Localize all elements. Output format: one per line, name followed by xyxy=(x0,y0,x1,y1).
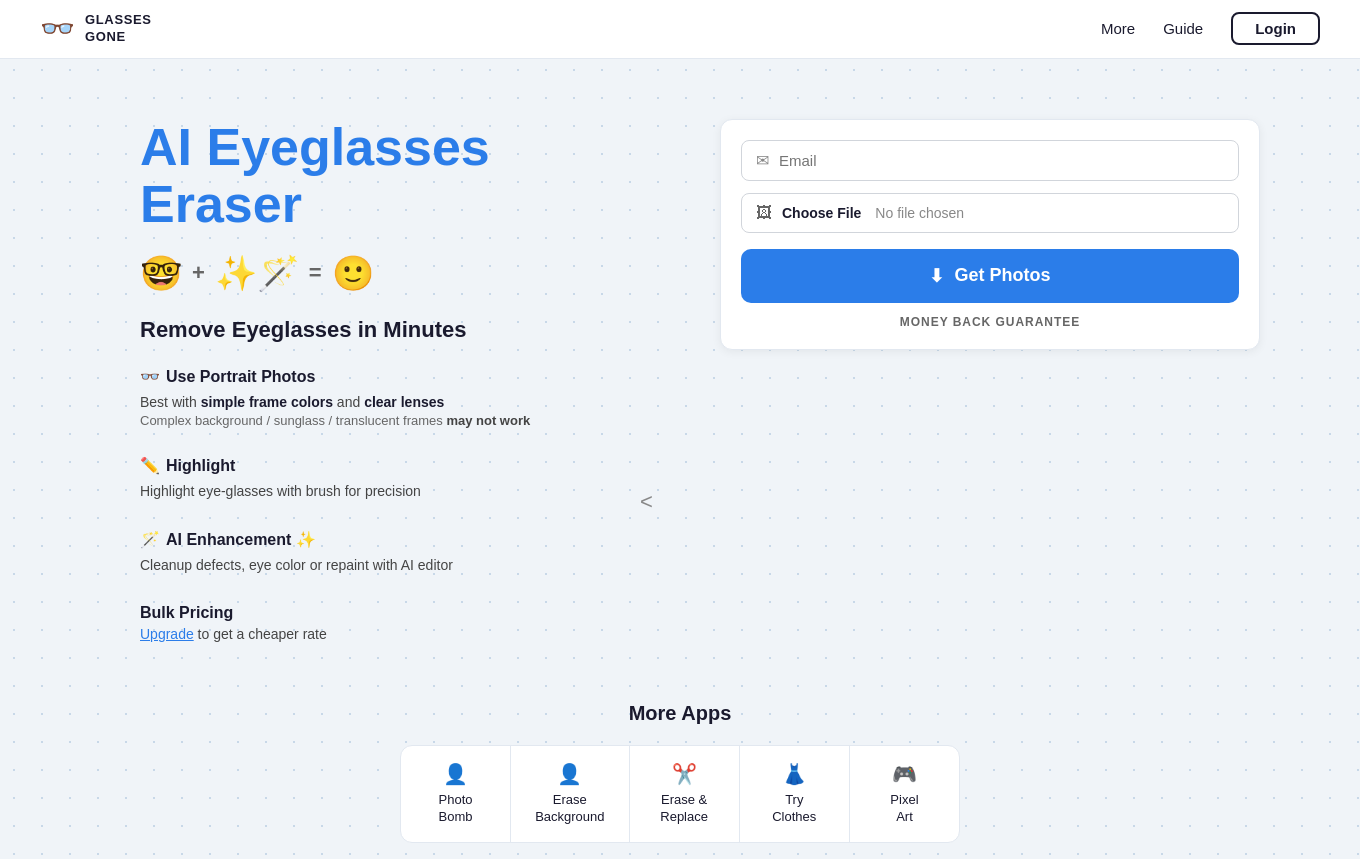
equals-symbol: = xyxy=(309,260,322,286)
hero-title: AI Eyeglasses Eraser xyxy=(140,119,660,233)
emoji-magic: ✨🪄 xyxy=(215,253,299,293)
feature-title-highlight: ✏️ Highlight xyxy=(140,456,660,475)
erase-background-label: EraseBackground xyxy=(535,792,604,826)
logo-icon: 👓 xyxy=(40,12,75,45)
erase-replace-label: Erase &Replace xyxy=(660,792,708,826)
feature-title-enhancement: 🪄 AI Enhancement ✨ xyxy=(140,530,660,549)
section-heading: Remove Eyeglasses in Minutes xyxy=(140,317,660,343)
form-card: ✉ 🖼 Choose File No file chosen ⬇ Get Pho… xyxy=(720,119,1260,350)
left-column: AI Eyeglasses Eraser 🤓 + ✨🪄 = 🙂 Remove E… xyxy=(140,119,660,642)
file-icon: 🖼 xyxy=(756,204,772,222)
feature-desc-highlight: Highlight eye-glasses with brush for pre… xyxy=(140,481,660,502)
email-input-wrapper[interactable]: ✉ xyxy=(741,140,1239,181)
guarantee-text: MONEY BACK GUARANTEE xyxy=(741,315,1239,329)
try-clothes-label: TryClothes xyxy=(772,792,816,826)
logo[interactable]: 👓 GLASSES GONE xyxy=(40,12,152,46)
photo-bomb-label: PhotoBomb xyxy=(439,792,473,826)
emoji-glasses: 🤓 xyxy=(140,253,182,293)
bulk-pricing: Bulk Pricing Upgrade to get a cheaper ra… xyxy=(140,604,660,642)
feature-icon-portrait: 👓 xyxy=(140,367,160,386)
choose-file-button[interactable]: Choose File xyxy=(782,205,861,221)
emoji-row: 🤓 + ✨🪄 = 🙂 xyxy=(140,253,660,293)
feature-portrait: 👓 Use Portrait Photos Best with simple f… xyxy=(140,367,660,428)
login-button[interactable]: Login xyxy=(1231,12,1320,45)
app-erase-background[interactable]: 👤 EraseBackground xyxy=(511,746,629,842)
app-photo-bomb[interactable]: 👤 PhotoBomb xyxy=(401,746,511,842)
email-input[interactable] xyxy=(779,152,1224,169)
erase-replace-icon: ✂️ xyxy=(672,762,697,786)
bulk-title: Bulk Pricing xyxy=(140,604,660,622)
feature-icon-enhancement: 🪄 xyxy=(140,530,160,549)
more-apps-section: More Apps 👤 PhotoBomb 👤 EraseBackground … xyxy=(0,682,1360,859)
try-clothes-icon: 👗 xyxy=(782,762,807,786)
feature-enhancement: 🪄 AI Enhancement ✨ Cleanup defects, eye … xyxy=(140,530,660,576)
main-content: AI Eyeglasses Eraser 🤓 + ✨🪄 = 🙂 Remove E… xyxy=(0,59,1360,682)
apps-bar: 👤 PhotoBomb 👤 EraseBackground ✂️ Erase &… xyxy=(400,745,960,843)
feature-note-portrait: Complex background / sunglass / transluc… xyxy=(140,413,660,428)
feature-icon-highlight: ✏️ xyxy=(140,456,160,475)
app-pixel-art[interactable]: 🎮 PixelArt xyxy=(850,746,959,842)
nav-guide[interactable]: Guide xyxy=(1163,20,1203,37)
emoji-smile: 🙂 xyxy=(332,253,374,293)
no-file-text: No file chosen xyxy=(875,205,964,221)
logo-text: GLASSES GONE xyxy=(85,12,152,46)
feature-title-portrait: 👓 Use Portrait Photos xyxy=(140,367,660,386)
right-column: ✉ 🖼 Choose File No file chosen ⬇ Get Pho… xyxy=(720,119,1260,350)
collapse-arrow[interactable]: < xyxy=(640,489,653,515)
plus-symbol: + xyxy=(192,260,205,286)
nav-more[interactable]: More xyxy=(1101,20,1135,37)
feature-highlight: ✏️ Highlight Highlight eye-glasses with … xyxy=(140,456,660,502)
email-icon: ✉ xyxy=(756,151,769,170)
photo-bomb-icon: 👤 xyxy=(443,762,468,786)
header-nav: More Guide Login xyxy=(1101,12,1320,45)
app-try-clothes[interactable]: 👗 TryClothes xyxy=(740,746,850,842)
pixel-art-icon: 🎮 xyxy=(892,762,917,786)
app-erase-replace[interactable]: ✂️ Erase &Replace xyxy=(630,746,740,842)
file-input-wrapper[interactable]: 🖼 Choose File No file chosen xyxy=(741,193,1239,233)
pixel-art-label: PixelArt xyxy=(890,792,918,826)
header: 👓 GLASSES GONE More Guide Login xyxy=(0,0,1360,59)
upgrade-link[interactable]: Upgrade xyxy=(140,626,194,642)
erase-background-icon: 👤 xyxy=(557,762,582,786)
more-apps-title: More Apps xyxy=(0,702,1360,725)
get-photos-button[interactable]: ⬇ Get Photos xyxy=(741,249,1239,303)
download-icon: ⬇ xyxy=(929,265,944,287)
bulk-text: Upgrade to get a cheaper rate xyxy=(140,626,660,642)
feature-desc-portrait: Best with simple frame colors and clear … xyxy=(140,392,660,413)
feature-desc-enhancement: Cleanup defects, eye color or repaint wi… xyxy=(140,555,660,576)
